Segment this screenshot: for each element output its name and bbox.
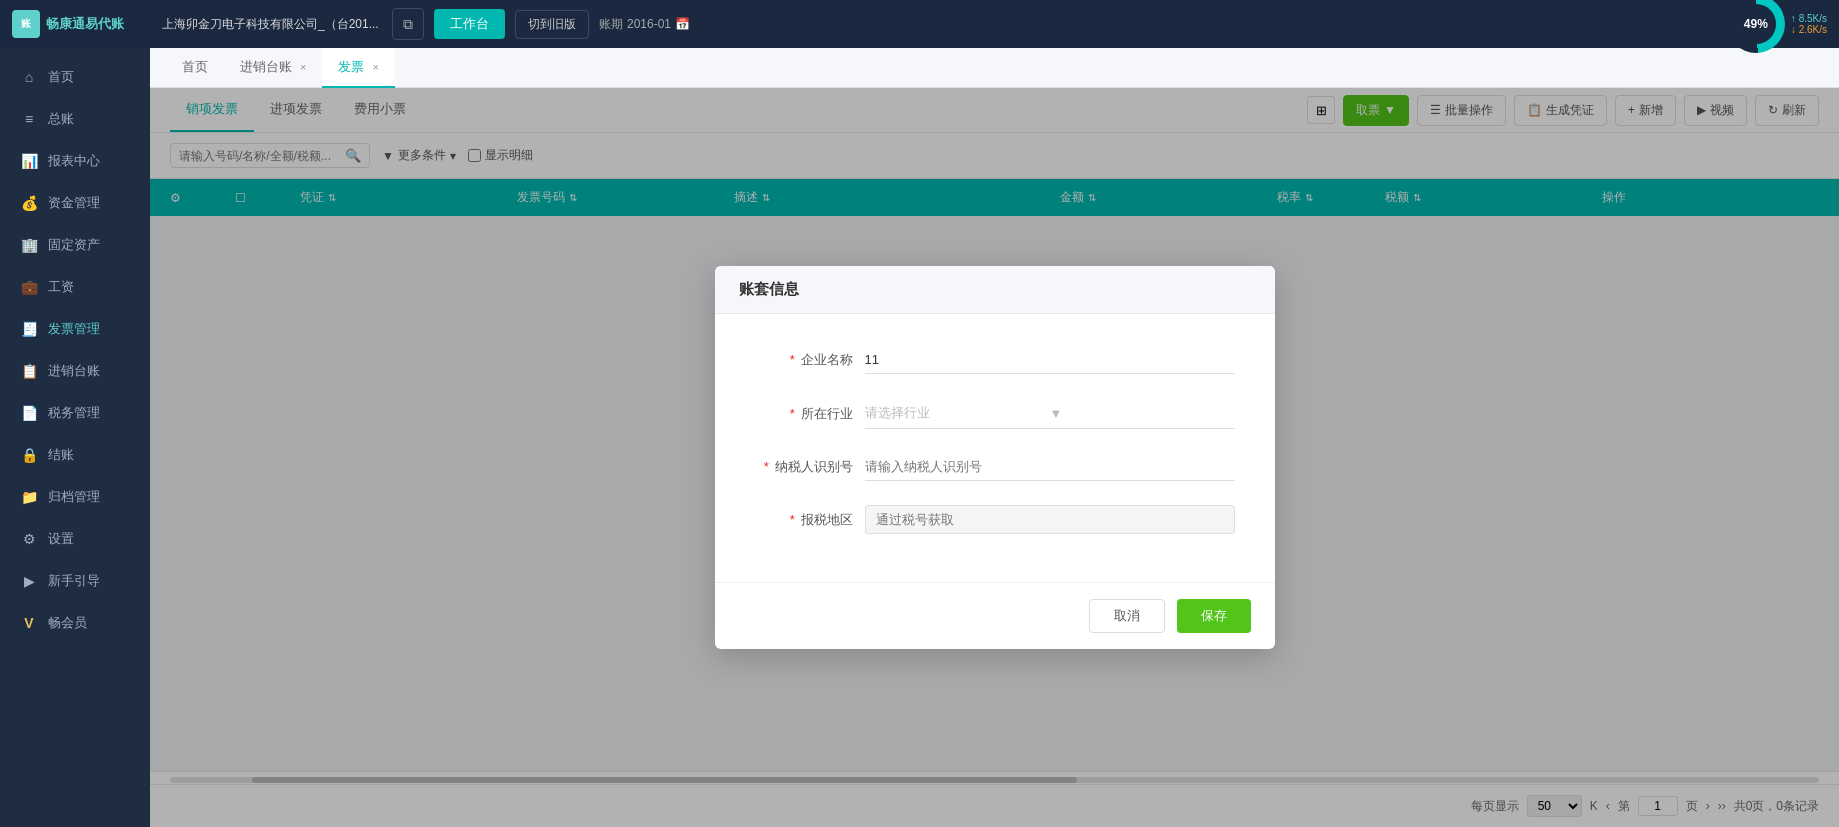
tax-region-input[interactable] <box>865 505 1235 534</box>
sidebar-item-assets[interactable]: 🏢 固定资产 <box>0 224 150 266</box>
tax-id-input[interactable] <box>865 453 1235 481</box>
tab-invoice[interactable]: 发票 × <box>322 48 394 88</box>
taxid-field-label: * 纳税人识别号 <box>755 458 865 476</box>
sidebar-label-tax: 税务管理 <box>48 404 100 422</box>
form-row-company: * 企业名称 <box>755 346 1235 374</box>
dialog-title: 账套信息 <box>739 280 799 297</box>
save-button[interactable]: 保存 <box>1177 599 1251 633</box>
sidebar-label-settings: 设置 <box>48 530 74 548</box>
cancel-button[interactable]: 取消 <box>1089 599 1165 633</box>
sidebar-item-ledger[interactable]: ≡ 总账 <box>0 98 150 140</box>
sidebar: ⌂ 首页 ≡ 总账 📊 报表中心 💰 资金管理 🏢 固定资产 💼 工资 🧾 发票… <box>0 48 150 827</box>
sidebar-label-assets: 固定资产 <box>48 236 100 254</box>
dialog-body: * 企业名称 * 所在行业 请选择行业 <box>715 314 1275 582</box>
tab-purchase-close[interactable]: × <box>300 61 306 73</box>
company-selector[interactable]: 上海卯金刀电子科技有限公司_（台201... ▼ <box>162 16 382 33</box>
sidebar-label-guide: 新手引导 <box>48 572 100 590</box>
switch-old-button[interactable]: 切到旧版 <box>515 10 589 39</box>
sidebar-item-reports[interactable]: 📊 报表中心 <box>0 140 150 182</box>
app-layout: ⌂ 首页 ≡ 总账 📊 报表中心 💰 资金管理 🏢 固定资产 💼 工资 🧾 发票… <box>0 48 1839 827</box>
sidebar-item-member[interactable]: V 畅会员 <box>0 602 150 644</box>
content-area: 首页 进销台账 × 发票 × 销项发票 进项发票 <box>150 48 1839 827</box>
assets-icon: 🏢 <box>20 236 38 254</box>
sidebar-item-invoice[interactable]: 🧾 发票管理 <box>0 308 150 350</box>
sidebar-label-purchase: 进销台账 <box>48 362 100 380</box>
member-icon: V <box>20 614 38 632</box>
speed-up: ↑ 8.5K/s <box>1791 13 1827 24</box>
modal-overlay: 账套信息 * 企业名称 <box>150 88 1839 827</box>
sidebar-label-home: 首页 <box>48 68 74 86</box>
form-row-taxid: * 纳税人识别号 <box>755 453 1235 481</box>
industry-select[interactable]: 请选择行业 ▼ <box>865 398 1235 429</box>
taxregion-field-label: * 报税地区 <box>755 511 865 529</box>
app-logo: 账 畅康通易代账 <box>12 10 152 38</box>
archive-icon: 📁 <box>20 488 38 506</box>
sidebar-item-settings[interactable]: ⚙ 设置 <box>0 518 150 560</box>
sidebar-label-ledger: 总账 <box>48 110 74 128</box>
ledger-icon: ≡ <box>20 110 38 128</box>
sidebar-item-funds[interactable]: 💰 资金管理 <box>0 182 150 224</box>
speed-percent: 49% <box>1736 4 1776 44</box>
sidebar-item-wages[interactable]: 💼 工资 <box>0 266 150 308</box>
reports-icon: 📊 <box>20 152 38 170</box>
funds-icon: 💰 <box>20 194 38 212</box>
industry-dropdown-icon: ▼ <box>1050 406 1235 421</box>
sidebar-label-wages: 工资 <box>48 278 74 296</box>
sidebar-label-archive: 归档管理 <box>48 488 100 506</box>
dialog-footer: 取消 保存 <box>715 582 1275 649</box>
guide-icon: ▶ <box>20 572 38 590</box>
purchase-icon: 📋 <box>20 362 38 380</box>
speed-stats: ↑ 8.5K/s ↓ 2.6K/s <box>1791 13 1827 35</box>
sidebar-item-closing[interactable]: 🔒 结账 <box>0 434 150 476</box>
speed-widget: 49% ↑ 8.5K/s ↓ 2.6K/s <box>1727 0 1827 53</box>
sidebar-item-guide[interactable]: ▶ 新手引导 <box>0 560 150 602</box>
tab-invoice-close[interactable]: × <box>372 61 378 73</box>
tab-bar: 首页 进销台账 × 发票 × <box>150 48 1839 88</box>
company-field-label: * 企业名称 <box>755 351 865 369</box>
speed-circle: 49% <box>1727 0 1785 53</box>
sidebar-item-home[interactable]: ⌂ 首页 <box>0 56 150 98</box>
form-row-industry: * 所在行业 请选择行业 ▼ <box>755 398 1235 429</box>
account-info-dialog: 账套信息 * 企业名称 <box>715 266 1275 649</box>
tab-invoice-label: 发票 <box>338 58 364 76</box>
app-name: 畅康通易代账 <box>46 15 124 33</box>
industry-field-label: * 所在行业 <box>755 405 865 423</box>
speed-down: ↓ 2.6K/s <box>1791 24 1827 35</box>
tab-purchase[interactable]: 进销台账 × <box>224 48 322 88</box>
period-display: 账期 2016-01 📅 <box>599 16 690 33</box>
dialog-header: 账套信息 <box>715 266 1275 314</box>
sidebar-label-invoice: 发票管理 <box>48 320 100 338</box>
tax-icon: 📄 <box>20 404 38 422</box>
home-icon: ⌂ <box>20 68 38 86</box>
page-content: 销项发票 进项发票 费用小票 ⊞ 取票 ▼ ☰ <box>150 88 1839 827</box>
sidebar-label-member: 畅会员 <box>48 614 87 632</box>
company-name-input[interactable] <box>865 346 1235 374</box>
sidebar-label-closing: 结账 <box>48 446 74 464</box>
form-row-taxregion: * 报税地区 <box>755 505 1235 534</box>
topbar: 账 畅康通易代账 上海卯金刀电子科技有限公司_（台201... ▼ ⧉ 工作台 … <box>0 0 1839 48</box>
sidebar-label-reports: 报表中心 <box>48 152 100 170</box>
company-name: 上海卯金刀电子科技有限公司_（台201... <box>162 16 379 33</box>
tab-home[interactable]: 首页 <box>166 48 224 88</box>
topbar-right: 49% ↑ 8.5K/s ↓ 2.6K/s <box>1727 0 1827 53</box>
invoice-icon: 🧾 <box>20 320 38 338</box>
industry-placeholder: 请选择行业 <box>865 404 1050 422</box>
sidebar-item-tax[interactable]: 📄 税务管理 <box>0 392 150 434</box>
sidebar-item-purchase[interactable]: 📋 进销台账 <box>0 350 150 392</box>
wages-icon: 💼 <box>20 278 38 296</box>
settings-icon: ⚙ <box>20 530 38 548</box>
sidebar-item-archive[interactable]: 📁 归档管理 <box>0 476 150 518</box>
sidebar-label-funds: 资金管理 <box>48 194 100 212</box>
calendar-icon[interactable]: 📅 <box>675 17 690 31</box>
tab-home-label: 首页 <box>182 58 208 76</box>
closing-icon: 🔒 <box>20 446 38 464</box>
copy-icon[interactable]: ⧉ <box>392 8 424 40</box>
tab-purchase-label: 进销台账 <box>240 58 292 76</box>
logo-icon: 账 <box>12 10 40 38</box>
workbench-button[interactable]: 工作台 <box>434 9 505 39</box>
